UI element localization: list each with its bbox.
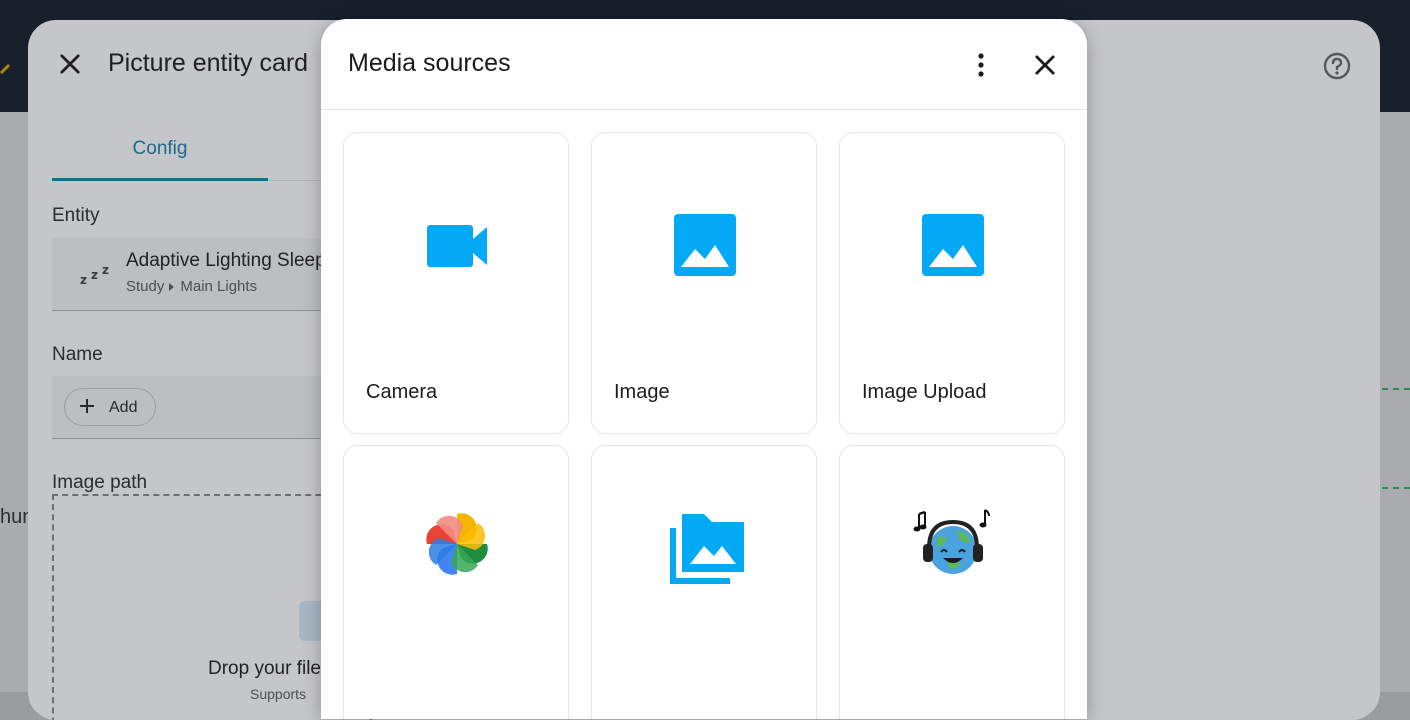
photo-pinwheel-icon [426,513,488,575]
add-label: Add [109,399,138,416]
chevron-right-icon [169,282,175,291]
image-icon [922,214,984,276]
entity-label: Entity [52,205,100,226]
media-source-label: Camera [366,381,438,403]
media-source-local-media[interactable] [591,445,817,719]
name-field: Add [52,376,352,439]
dialog-title: Picture entity card [108,49,309,77]
dialog-header: Media sources [321,19,1087,110]
background-dashed-line [1382,487,1410,489]
media-source-label: Image Upload [862,381,987,403]
pencil-icon [0,64,10,74]
sleep-icon: z z z [80,263,109,286]
background-dashed-line [1382,388,1410,390]
entity-device: Main Lights [180,278,258,295]
entity-picker[interactable]: z z z Adaptive Lighting Sleep Study Main … [52,238,352,311]
tab-config[interactable]: Config [52,138,268,160]
dialog-title: Media sources [348,49,511,77]
video-camera-icon [427,225,487,267]
media-source-image[interactable]: Image [591,132,817,434]
drop-subtext: Supports [250,686,307,702]
media-sources-dialog: Media sources Camera Image Image Upload [321,19,1087,719]
help-icon[interactable] [1322,51,1352,81]
drop-text: Drop your file [208,658,321,679]
entity-name: Adaptive Lighting Sleep [126,250,326,271]
add-name-button[interactable]: Add [64,388,156,426]
media-source-photos[interactable] [343,445,569,719]
entity-area: Study [126,278,165,295]
entity-breadcrumb: Study Main Lights [126,278,257,295]
radio-browser-icon [913,509,990,574]
svg-text:z: z [102,263,109,277]
tab-active-indicator [52,178,268,181]
plus-icon [80,399,94,413]
image-multiple-icon [670,514,744,584]
close-icon[interactable] [1031,51,1059,79]
media-source-image-upload[interactable]: Image Upload [839,132,1065,434]
image-icon [674,214,736,276]
media-source-camera[interactable]: Camera [343,132,569,434]
svg-text:z: z [91,268,98,282]
media-source-label: Image [614,381,670,403]
image-path-label: Image path [52,472,148,493]
name-label: Name [52,344,103,365]
more-vertical-icon[interactable] [969,51,993,79]
close-icon[interactable] [56,50,84,78]
media-source-radio-browser[interactable] [839,445,1065,719]
svg-text:z: z [80,273,87,286]
